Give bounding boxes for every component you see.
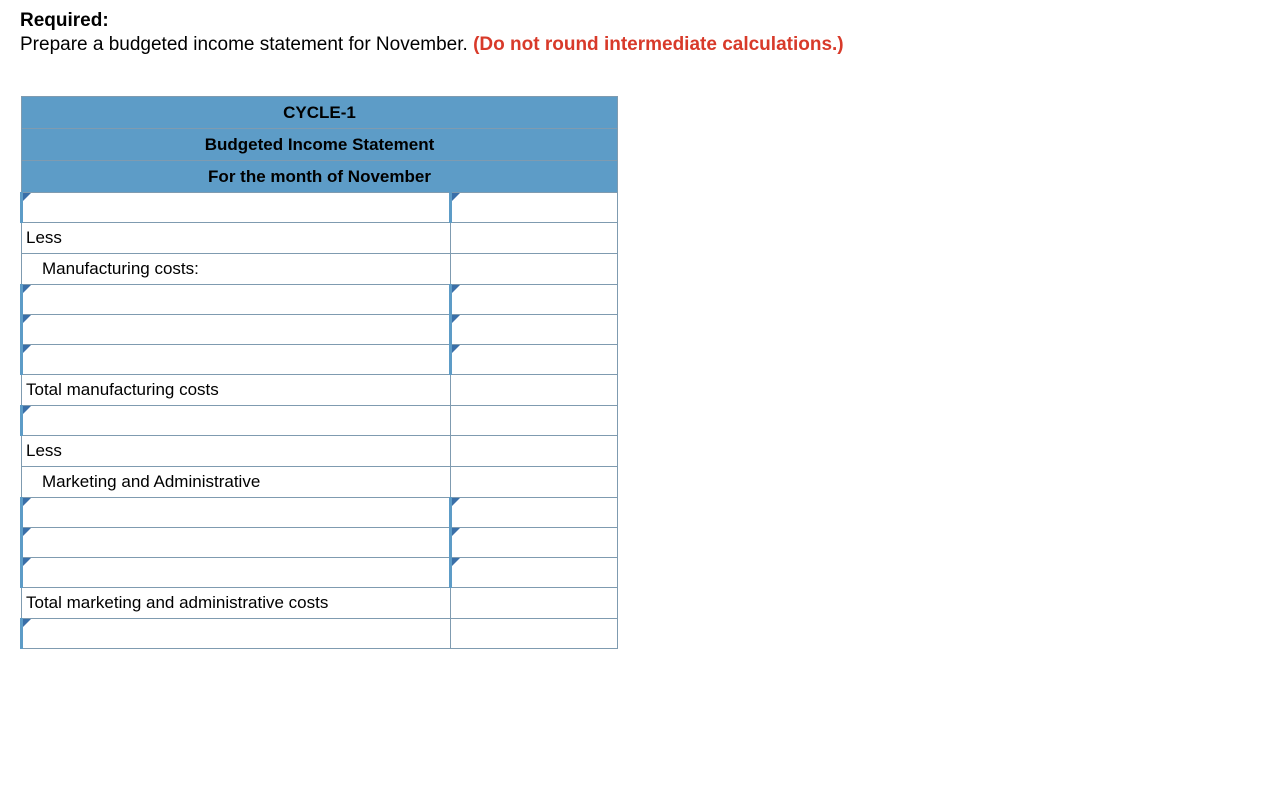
less-1-value: [450, 223, 617, 254]
marketing-admin-value: [450, 467, 617, 498]
total-manuf-label: Total manufacturing costs: [22, 375, 450, 405]
mkt-row-3-label-field[interactable]: [23, 559, 449, 587]
mkt-row-2-label[interactable]: [22, 528, 451, 558]
manuf-row-1-value[interactable]: [450, 285, 617, 315]
mkt-row-1-label-field[interactable]: [23, 499, 449, 527]
dropdown-icon: [23, 285, 31, 293]
dropdown-icon: [452, 315, 460, 323]
marketing-admin-label: Marketing and Administrative: [22, 467, 450, 497]
less-label-1: Less: [22, 223, 450, 253]
post-manuf-row-label[interactable]: [22, 406, 451, 436]
manuf-row-2-value[interactable]: [450, 315, 617, 345]
mkt-row-1-label[interactable]: [22, 498, 451, 528]
dropdown-icon: [452, 193, 460, 201]
post-manuf-label-field[interactable]: [23, 407, 450, 435]
manuf-row-1-label[interactable]: [22, 285, 451, 315]
manuf-row-2-label-field[interactable]: [23, 316, 449, 344]
dropdown-icon: [23, 315, 31, 323]
dropdown-icon: [23, 406, 31, 414]
manuf-row-1-label-field[interactable]: [23, 286, 449, 314]
dropdown-icon: [23, 528, 31, 536]
mkt-row-2-label-field[interactable]: [23, 529, 449, 557]
row-1-label-field[interactable]: [23, 194, 449, 222]
less-label-2: Less: [22, 436, 450, 466]
dropdown-icon: [23, 345, 31, 353]
final-row-label[interactable]: [22, 619, 451, 649]
manuf-row-3-label[interactable]: [22, 345, 451, 375]
dropdown-icon: [452, 285, 460, 293]
instruction-red: (Do not round intermediate calculations.…: [473, 34, 844, 55]
dropdown-icon: [23, 558, 31, 566]
dropdown-icon: [452, 498, 460, 506]
dropdown-icon: [23, 619, 31, 627]
final-row-label-field[interactable]: [23, 620, 450, 648]
total-marketing-value: [450, 588, 617, 619]
manuf-row-2-value-field[interactable]: [452, 316, 617, 344]
mkt-row-1-value[interactable]: [450, 498, 617, 528]
instruction-text: Prepare a budgeted income statement for …: [20, 34, 1260, 56]
manuf-row-1-value-field[interactable]: [452, 286, 617, 314]
mkt-row-3-label[interactable]: [22, 558, 451, 588]
row-1-value-input[interactable]: [450, 193, 617, 223]
manufacturing-costs-label: Manufacturing costs:: [22, 254, 450, 284]
row-1-label-input[interactable]: [22, 193, 451, 223]
manuf-row-3-label-field[interactable]: [23, 346, 449, 374]
manufacturing-costs-value: [450, 254, 617, 285]
dropdown-icon: [23, 193, 31, 201]
required-label: Required:: [20, 10, 1260, 32]
mkt-row-3-value-field[interactable]: [452, 559, 617, 587]
final-row-value: [450, 619, 617, 649]
dropdown-icon: [23, 498, 31, 506]
dropdown-icon: [452, 558, 460, 566]
income-statement-table: CYCLE-1 Budgeted Income Statement For th…: [20, 96, 618, 649]
mkt-row-1-value-field[interactable]: [452, 499, 617, 527]
less-2-value: [450, 436, 617, 467]
table-title-2: Budgeted Income Statement: [22, 129, 618, 161]
mkt-row-2-value-field[interactable]: [452, 529, 617, 557]
manuf-row-3-value-field[interactable]: [452, 346, 617, 374]
post-manuf-row-value: [450, 406, 617, 436]
manuf-row-2-label[interactable]: [22, 315, 451, 345]
mkt-row-2-value[interactable]: [450, 528, 617, 558]
total-marketing-label: Total marketing and administrative costs: [22, 588, 450, 618]
mkt-row-3-value[interactable]: [450, 558, 617, 588]
row-1-value-field[interactable]: [452, 194, 617, 222]
table-title-1: CYCLE-1: [22, 97, 618, 129]
manuf-row-3-value[interactable]: [450, 345, 617, 375]
table-title-3: For the month of November: [22, 161, 618, 193]
dropdown-icon: [452, 528, 460, 536]
instruction-plain: Prepare a budgeted income statement for …: [20, 34, 473, 55]
total-manuf-value: [450, 375, 617, 406]
dropdown-icon: [452, 345, 460, 353]
